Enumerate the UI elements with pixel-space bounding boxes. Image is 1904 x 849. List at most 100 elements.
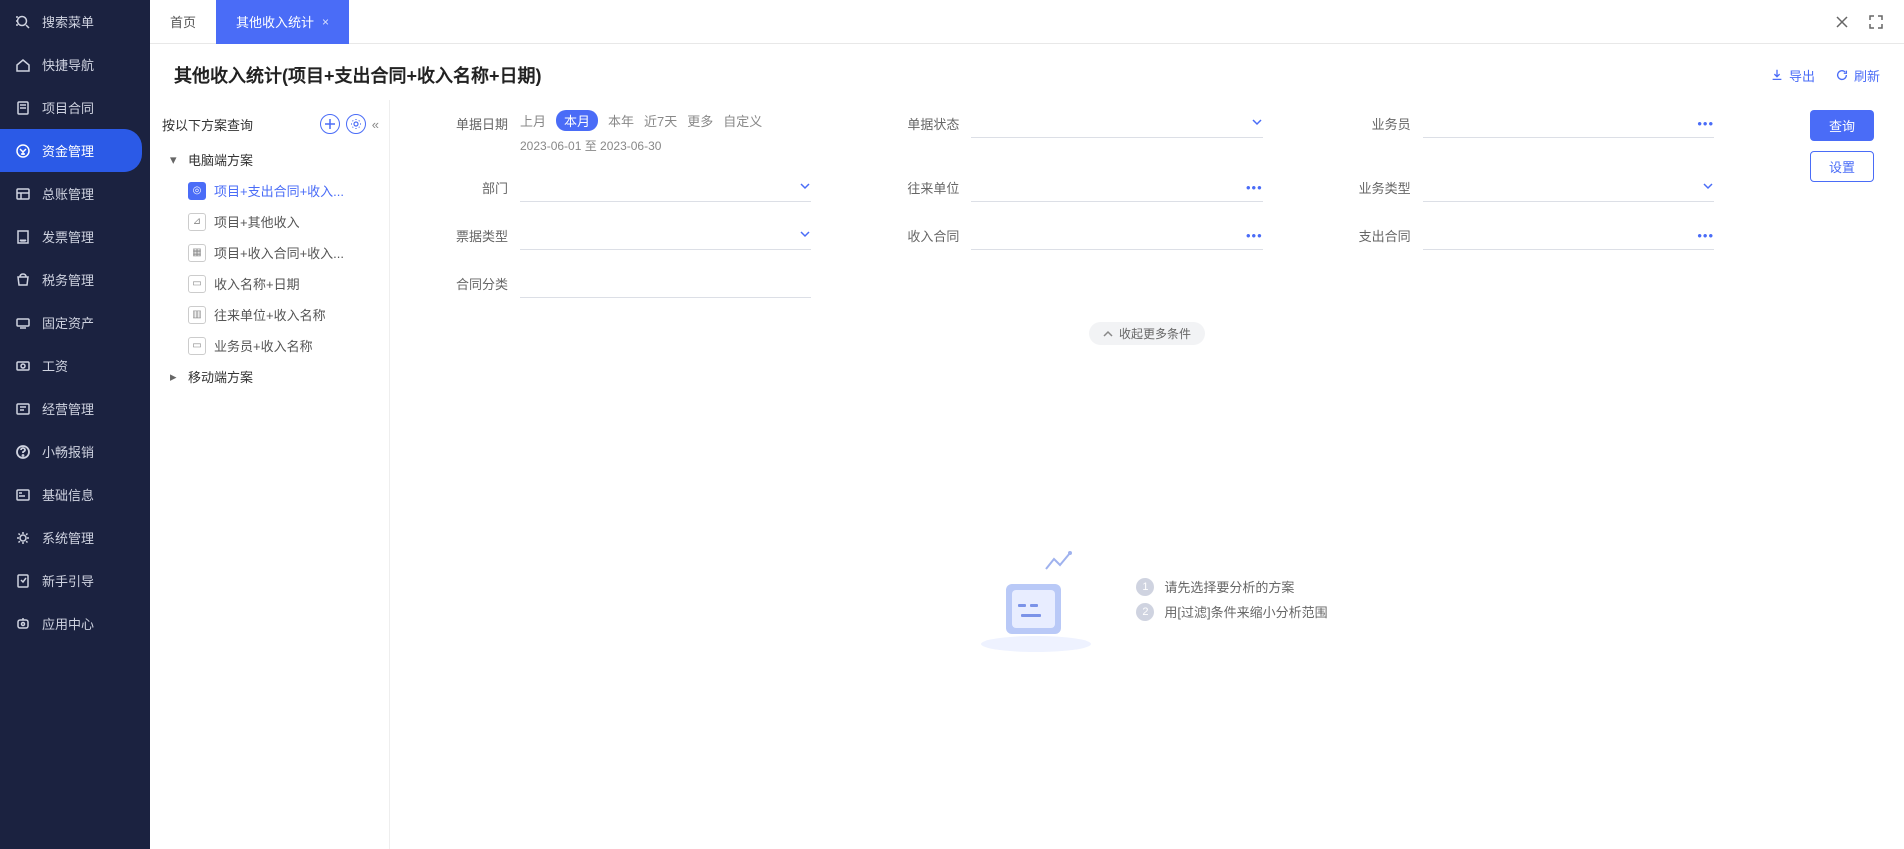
- refresh-button[interactable]: 刷新: [1835, 66, 1880, 85]
- system-icon: [14, 529, 32, 547]
- sidebar-item-label: 新手引导: [42, 571, 94, 590]
- scheme-leaf-icon: ⊿: [188, 213, 206, 231]
- scheme-leaf-icon: ▭: [188, 275, 206, 293]
- date-preset[interactable]: 本月: [556, 110, 598, 131]
- tab-label: 其他收入统计: [236, 12, 314, 31]
- sidebar-item-invoice[interactable]: 发票管理: [0, 215, 150, 258]
- empty-state: 1 请先选择要分析的方案 2 用[过滤]条件来缩小分析范围: [390, 349, 1904, 849]
- filter-label: 票据类型: [420, 222, 508, 245]
- sidebar-item-biz[interactable]: 经营管理: [0, 387, 150, 430]
- select-input[interactable]: [1423, 174, 1714, 202]
- tree-group[interactable]: ▾电脑端方案: [150, 144, 389, 175]
- select-input[interactable]: [520, 222, 811, 250]
- lookup-input[interactable]: •••: [971, 174, 1262, 202]
- select-input[interactable]: [520, 174, 811, 202]
- sidebar-item-asset[interactable]: 固定资产: [0, 301, 150, 344]
- tree-leaf-label: 项目+其他收入: [214, 212, 300, 231]
- empty-step: 2 用[过滤]条件来缩小分析范围: [1136, 602, 1327, 621]
- collapse-panel-button[interactable]: «: [372, 117, 379, 132]
- close-all-icon[interactable]: [1834, 14, 1850, 30]
- sidebar-item-contract[interactable]: 项目合同: [0, 86, 150, 129]
- page-title: 其他收入统计(项目+支出合同+收入名称+日期): [174, 62, 542, 88]
- sidebar-item-apps[interactable]: 应用中心: [0, 602, 150, 645]
- tree-leaf[interactable]: ▭业务员+收入名称: [150, 330, 389, 361]
- tree-group-label: 移动端方案: [188, 367, 253, 386]
- add-scheme-button[interactable]: [320, 114, 340, 134]
- filter-field: 业务类型: [1323, 174, 1714, 202]
- refresh-icon: [1835, 68, 1849, 82]
- date-preset[interactable]: 上月: [520, 111, 546, 130]
- sidebar-item-system[interactable]: 系统管理: [0, 516, 150, 559]
- filter-field: 部门: [420, 174, 811, 202]
- sidebar-item-label: 经营管理: [42, 399, 94, 418]
- home-icon: [14, 56, 32, 74]
- chevron-down-icon: [799, 228, 811, 243]
- biz-icon: [14, 400, 32, 418]
- tree-group[interactable]: ▸ 移动端方案: [150, 361, 389, 392]
- sidebar-item-ledger[interactable]: 总账管理: [0, 172, 150, 215]
- tree-leaf[interactable]: ◎项目+支出合同+收入...: [150, 175, 389, 206]
- tab[interactable]: 首页: [150, 0, 216, 44]
- tree-leaf-label: 往来单位+收入名称: [214, 305, 326, 324]
- date-preset[interactable]: 自定义: [723, 111, 762, 130]
- tree-leaf[interactable]: ▥ 往来单位+收入名称: [150, 299, 389, 330]
- main: 首页 其他收入统计 × 其他收入统计(项目+支出合同+收入名称+日期) 导出: [150, 0, 1904, 849]
- sidebar-item-search[interactable]: 搜索菜单: [0, 0, 150, 43]
- lookup-input[interactable]: •••: [1423, 110, 1714, 138]
- fullscreen-icon[interactable]: [1868, 14, 1884, 30]
- sidebar-item-label: 资金管理: [42, 141, 94, 160]
- sidebar-item-label: 系统管理: [42, 528, 94, 547]
- date-preset[interactable]: 近7天: [644, 111, 677, 130]
- asset-icon: [14, 314, 32, 332]
- tabs: 首页 其他收入统计 ×: [150, 0, 1904, 44]
- filter-label: 业务类型: [1323, 174, 1411, 197]
- collapse-filters-button[interactable]: 收起更多条件: [1089, 322, 1205, 345]
- more-icon: •••: [1697, 116, 1714, 131]
- text-input[interactable]: [520, 270, 811, 298]
- filter-field: 票据类型: [420, 222, 811, 250]
- query-button[interactable]: 查询: [1810, 110, 1874, 141]
- sidebar-item-salary[interactable]: 工资: [0, 344, 150, 387]
- tree-leaf-label: 业务员+收入名称: [214, 336, 313, 355]
- scheme-settings-button[interactable]: [346, 114, 366, 134]
- export-icon: [1770, 68, 1784, 82]
- money-icon: [14, 142, 32, 160]
- refresh-label: 刷新: [1854, 66, 1880, 85]
- close-icon[interactable]: ×: [322, 15, 329, 29]
- empty-step-text: 请先选择要分析的方案: [1164, 577, 1294, 596]
- sidebar-item-money[interactable]: 资金管理: [0, 129, 142, 172]
- export-button[interactable]: 导出: [1770, 66, 1815, 85]
- date-preset[interactable]: 本年: [608, 111, 634, 130]
- tree-leaf[interactable]: ▦项目+收入合同+收入...: [150, 237, 389, 268]
- filter-label: 单据日期: [420, 110, 508, 133]
- filter-label: 单据状态: [871, 110, 959, 133]
- sidebar-item-guide[interactable]: 新手引导: [0, 559, 150, 602]
- lookup-input[interactable]: •••: [1423, 222, 1714, 250]
- titlebar: 其他收入统计(项目+支出合同+收入名称+日期) 导出 刷新: [150, 44, 1904, 100]
- sidebar-item-info[interactable]: 基础信息: [0, 473, 150, 516]
- scheme-panel: 按以下方案查询 « ▾电脑端方案◎项目+支出合同+收入...⊿项目+其他收入▦项…: [150, 100, 390, 849]
- caret-right-icon: ▸: [170, 369, 180, 385]
- date-preset[interactable]: 更多: [687, 111, 713, 130]
- tree-leaf[interactable]: ▭收入名称+日期: [150, 268, 389, 299]
- date-filter: 上月本月本年近7天更多自定义2023-06-01 至 2023-06-30: [520, 110, 811, 154]
- settings-button[interactable]: 设置: [1810, 151, 1874, 182]
- chevron-down-icon: [799, 180, 811, 195]
- tab[interactable]: 其他收入统计 ×: [216, 0, 349, 44]
- filter-field: 单据日期上月本月本年近7天更多自定义2023-06-01 至 2023-06-3…: [420, 110, 811, 154]
- sidebar-item-reimburse[interactable]: 小畅报销: [0, 430, 150, 473]
- tree-leaf[interactable]: ⊿ 项目+其他收入: [150, 206, 389, 237]
- sidebar-item-tax[interactable]: 税务管理: [0, 258, 150, 301]
- scheme-leaf-icon: ▥: [188, 306, 206, 324]
- sidebar-item-home[interactable]: 快捷导航: [0, 43, 150, 86]
- filter-label: 业务员: [1323, 110, 1411, 133]
- sidebar-item-label: 项目合同: [42, 98, 94, 117]
- salary-icon: [14, 357, 32, 375]
- filters: 单据日期上月本月本年近7天更多自定义2023-06-01 至 2023-06-3…: [390, 100, 1904, 318]
- select-input[interactable]: [971, 110, 1262, 138]
- sidebar-item-label: 搜索菜单: [42, 12, 94, 31]
- step-number: 1: [1136, 578, 1154, 596]
- chevron-down-icon: [1251, 116, 1263, 131]
- tree-leaf-label: 项目+支出合同+收入...: [214, 181, 344, 200]
- lookup-input[interactable]: •••: [971, 222, 1262, 250]
